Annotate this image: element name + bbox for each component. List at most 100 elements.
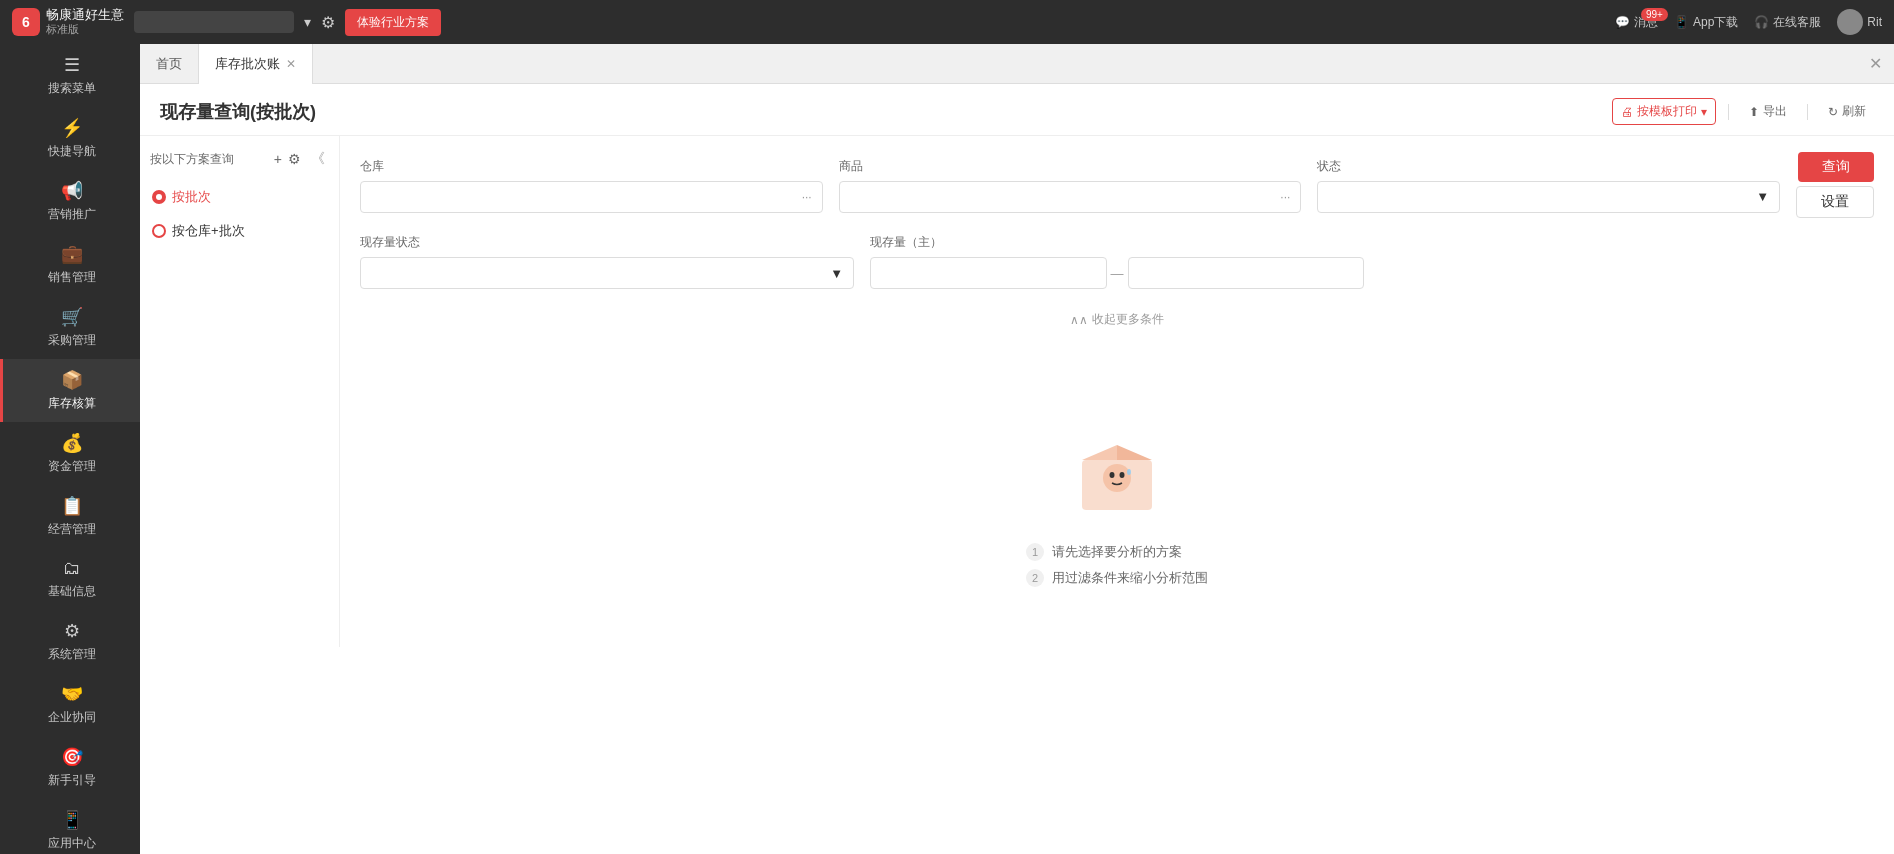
warehouse-more-icon: ··· xyxy=(802,190,812,204)
filter-layout: 按以下方案查询 + ⚙ 《 按批次 xyxy=(140,136,1894,647)
tab-close-btn[interactable]: ✕ xyxy=(286,57,296,71)
svg-point-3 xyxy=(1103,464,1131,492)
top-bar-right: 💬 消息 99+ 📱 App下载 🎧 在线客服 Rit xyxy=(1615,9,1882,35)
stock-main-max[interactable] xyxy=(1128,257,1365,289)
scheme-collapse-btn[interactable]: 《 xyxy=(307,146,329,172)
export-icon: ⬆ xyxy=(1749,105,1759,119)
enterprise-icon: 🤝 xyxy=(61,683,83,705)
stock-main-range: — xyxy=(870,257,1364,289)
product-input[interactable]: ··· xyxy=(839,181,1302,213)
sidebar-item-label: 新手引导 xyxy=(48,772,96,789)
search-dropdown-btn[interactable]: ▾ xyxy=(304,14,311,30)
app-download-item[interactable]: 📱 App下载 xyxy=(1674,14,1738,31)
purchase-icon: 🛒 xyxy=(61,306,83,328)
filter-area: 仓库 ··· 商品 ··· xyxy=(340,136,1894,350)
header-actions: 🖨 按模板打印 ▾ ⬆ 导出 ↻ 刷新 xyxy=(1612,98,1874,125)
stock-main-filter-group: 现存量（主） — xyxy=(870,234,1364,289)
print-label: 按模板打印 xyxy=(1637,103,1697,120)
sidebar-item-enterprise[interactable]: 🤝 企业协同 xyxy=(0,673,140,736)
scheme-dot-inner xyxy=(156,194,162,200)
empty-hint-2: 2 用过滤条件来缩小分析范围 xyxy=(1026,569,1208,587)
tab-home-label: 首页 xyxy=(156,55,182,73)
svg-point-4 xyxy=(1110,472,1115,478)
username: Rit xyxy=(1867,15,1882,29)
sidebar-item-search[interactable]: ☰ 搜索菜单 xyxy=(0,44,140,107)
scheme-add-btn[interactable]: + xyxy=(274,146,282,172)
sidebar-item-label: 采购管理 xyxy=(48,332,96,349)
collapse-chevron-up: ∧∧ xyxy=(1070,313,1088,327)
scheme-item-by-warehouse-batch[interactable]: 按仓库+批次 xyxy=(140,214,339,248)
sidebar-item-apps[interactable]: 📱 应用中心 xyxy=(0,799,140,854)
message-icon: 💬 xyxy=(1615,15,1630,29)
tab-inventory-batch[interactable]: 库存批次账 ✕ xyxy=(199,44,313,84)
collapse-more-label: 收起更多条件 xyxy=(1092,311,1164,328)
svg-point-5 xyxy=(1120,472,1125,478)
search-input[interactable] xyxy=(134,11,294,33)
hint-num-1: 1 xyxy=(1026,543,1044,561)
sidebar: ☰ 搜索菜单 ⚡ 快捷导航 📢 营销推广 💼 销售管理 🛒 采购管理 📦 库存核… xyxy=(0,44,140,854)
empty-hints: 1 请先选择要分析的方案 2 用过滤条件来缩小分析范围 xyxy=(1026,543,1208,587)
basic-icon: 🗂 xyxy=(63,558,81,579)
sidebar-item-operations[interactable]: 📋 经营管理 xyxy=(0,485,140,548)
sidebar-item-newguide[interactable]: 🎯 新手引导 xyxy=(0,736,140,799)
hint-text-2: 用过滤条件来缩小分析范围 xyxy=(1052,569,1208,587)
company-info: 畅康通好生意 标准版 xyxy=(46,7,124,38)
export-btn[interactable]: ⬆ 导出 xyxy=(1741,99,1795,124)
online-service-item[interactable]: 🎧 在线客服 xyxy=(1754,14,1821,31)
sidebar-item-system[interactable]: ⚙ 系统管理 xyxy=(0,610,140,673)
top-bar-left: 6 畅康通好生意 标准版 ▾ ⚙ 体验行业方案 xyxy=(12,7,441,38)
svg-marker-1 xyxy=(1082,445,1117,460)
sidebar-item-basic[interactable]: 🗂 基础信息 xyxy=(0,548,140,610)
export-label: 导出 xyxy=(1763,103,1787,120)
sidebar-item-quicknav[interactable]: ⚡ 快捷导航 xyxy=(0,107,140,170)
inventory-icon: 📦 xyxy=(61,369,83,391)
page-header: 现存量查询(按批次) 🖨 按模板打印 ▾ ⬆ 导出 ↻ 刷 xyxy=(140,84,1894,136)
sidebar-item-label: 资金管理 xyxy=(48,458,96,475)
filter-settings-btn[interactable]: 设置 xyxy=(1796,186,1874,218)
query-btn[interactable]: 查询 xyxy=(1798,152,1874,182)
top-bar: 6 畅康通好生意 标准版 ▾ ⚙ 体验行业方案 💬 消息 99+ 📱 App下载… xyxy=(0,0,1894,44)
scheme-header-label: 按以下方案查询 xyxy=(150,151,234,168)
refresh-label: 刷新 xyxy=(1842,103,1866,120)
scheme-settings-btn[interactable]: ⚙ xyxy=(288,146,301,172)
status-select[interactable]: ▼ xyxy=(1317,181,1780,213)
empty-state: 1 请先选择要分析的方案 2 用过滤条件来缩小分析范围 xyxy=(340,350,1894,647)
product-label: 商品 xyxy=(839,158,1302,175)
avatar xyxy=(1837,9,1863,35)
messages-item[interactable]: 💬 消息 99+ xyxy=(1615,14,1658,31)
quicknav-icon: ⚡ xyxy=(61,117,83,139)
svg-point-6 xyxy=(1127,469,1131,475)
sidebar-item-label: 应用中心 xyxy=(48,835,96,852)
sidebar-item-finance[interactable]: 💰 资金管理 xyxy=(0,422,140,485)
sidebar-item-label: 库存核算 xyxy=(48,395,96,412)
trial-btn[interactable]: 体验行业方案 xyxy=(345,9,441,36)
sidebar-item-marketing[interactable]: 📢 营销推广 xyxy=(0,170,140,233)
sidebar-item-label: 经营管理 xyxy=(48,521,96,538)
refresh-btn[interactable]: ↻ 刷新 xyxy=(1820,99,1874,124)
stock-status-select[interactable]: ▼ xyxy=(360,257,854,289)
scheme-header-actions: + ⚙ 《 xyxy=(274,146,329,172)
warehouse-input[interactable]: ··· xyxy=(360,181,823,213)
apps-icon: 📱 xyxy=(61,809,83,831)
operations-icon: 📋 xyxy=(61,495,83,517)
user-item[interactable]: Rit xyxy=(1837,9,1882,35)
print-template-btn[interactable]: 🖨 按模板打印 ▾ xyxy=(1612,98,1716,125)
close-panel-btn[interactable]: ✕ xyxy=(1869,54,1882,73)
tab-home[interactable]: 首页 xyxy=(140,44,199,84)
logo-area: 6 畅康通好生意 标准版 xyxy=(12,7,124,38)
collapse-more-btn[interactable]: ∧∧ 收起更多条件 xyxy=(360,305,1874,334)
sidebar-item-inventory[interactable]: 📦 库存核算 xyxy=(0,359,140,422)
range-separator: — xyxy=(1111,266,1124,281)
sidebar-item-purchase[interactable]: 🛒 采购管理 xyxy=(0,296,140,359)
filter-results-area: 仓库 ··· 商品 ··· xyxy=(340,136,1894,647)
divider-v2 xyxy=(1807,104,1808,120)
newguide-icon: 🎯 xyxy=(61,746,83,768)
filter-row-1: 仓库 ··· 商品 ··· xyxy=(360,152,1874,218)
stock-main-min[interactable] xyxy=(870,257,1107,289)
scheme-item-by-batch[interactable]: 按批次 xyxy=(140,180,339,214)
topbar-settings-btn[interactable]: ⚙ xyxy=(321,13,335,32)
svg-marker-2 xyxy=(1117,445,1152,460)
sidebar-item-sales[interactable]: 💼 销售管理 xyxy=(0,233,140,296)
sidebar-item-label: 搜索菜单 xyxy=(48,80,96,97)
app-logo: 6 xyxy=(12,8,40,36)
